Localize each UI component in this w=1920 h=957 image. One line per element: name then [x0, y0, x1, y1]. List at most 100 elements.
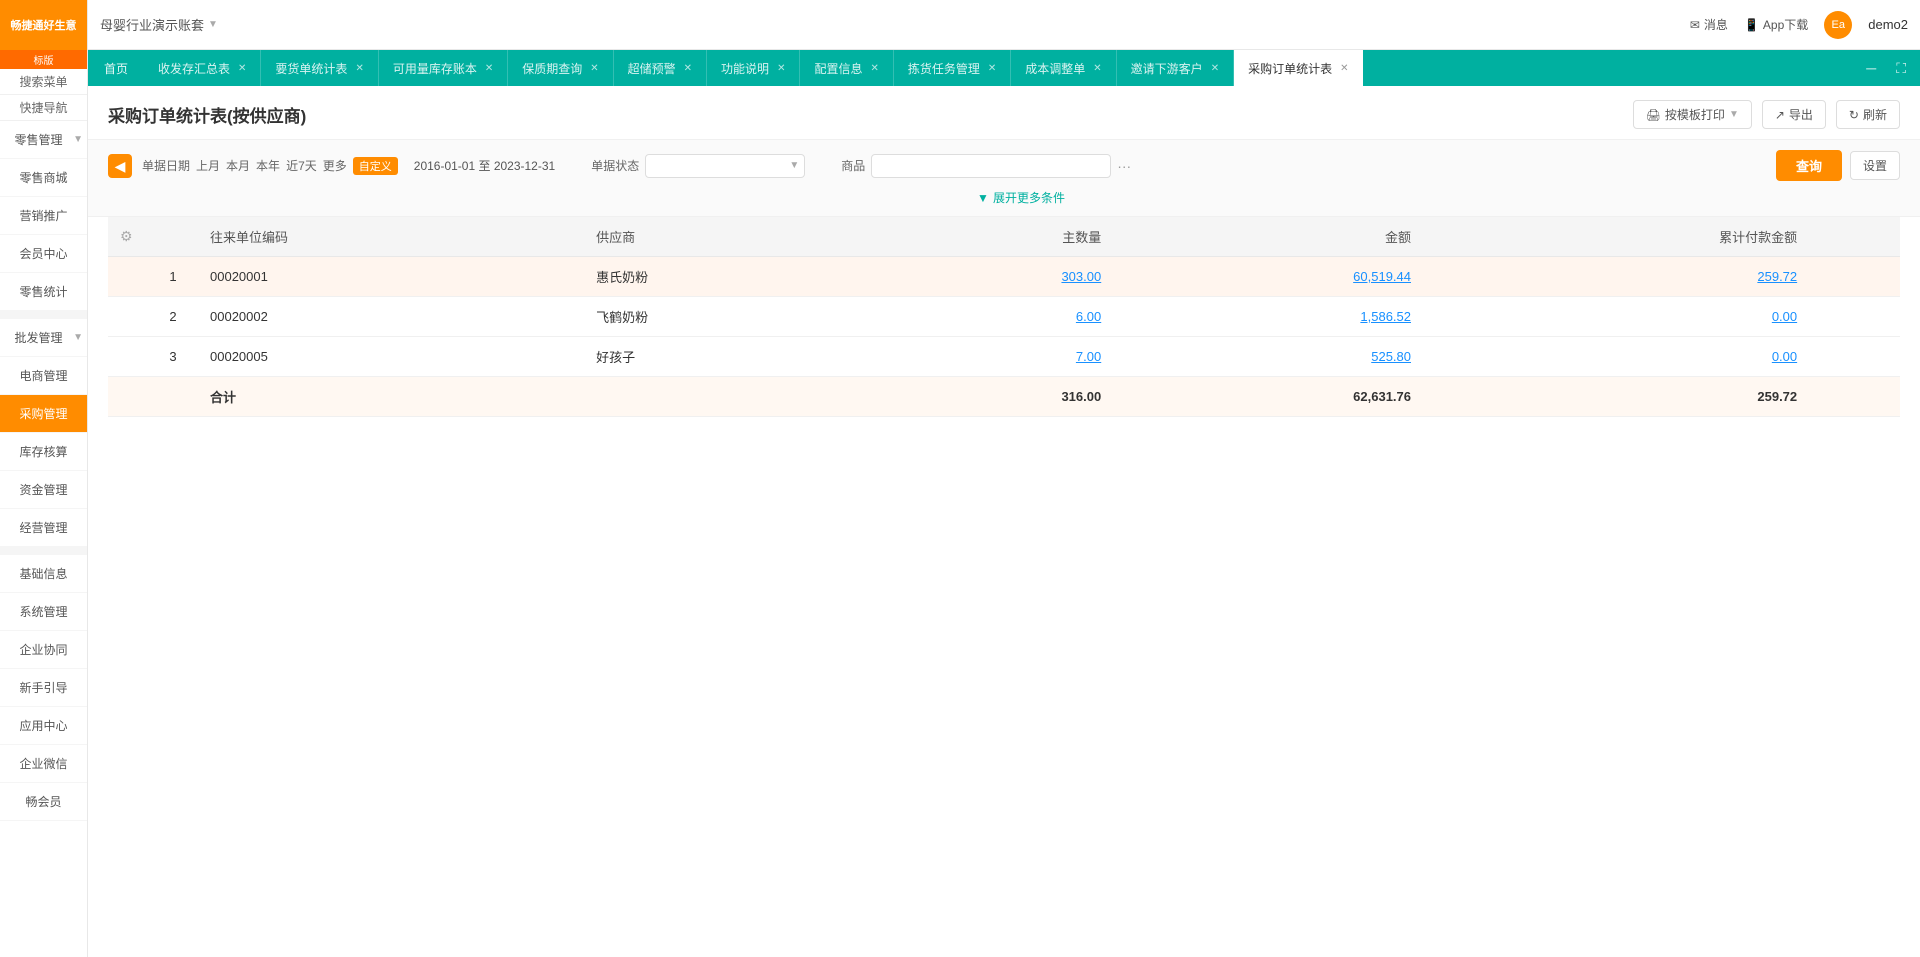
goods-label: 商品: [841, 157, 865, 174]
td-supplier: 惠氏奶粉: [584, 257, 872, 297]
sidebar-item-operations[interactable]: 经营管理: [0, 509, 87, 547]
query-button[interactable]: 查询: [1776, 150, 1842, 181]
sidebar-item-enterprise[interactable]: 企业协同: [0, 631, 87, 669]
filter-date: 单据日期 上月 本月 本年 近7天 更多 自定义: [142, 157, 398, 175]
table-container: ⚙ 往来单位编码 供应商 主数量 金额 累计付款金额 1: [88, 217, 1920, 437]
chevron-down-icon: ▼: [1729, 109, 1739, 120]
tab-close-icon[interactable]: ✕: [1340, 63, 1348, 74]
status-select[interactable]: [645, 154, 805, 178]
sidebar-item-purchase[interactable]: 采购管理: [0, 395, 87, 433]
sidebar-item-basic-info[interactable]: 基础信息: [0, 555, 87, 593]
topbar-workspace: 母婴行业演示账套 ▼: [100, 15, 218, 34]
goods-input[interactable]: [871, 154, 1111, 178]
sidebar-item-ecommerce[interactable]: 电商管理: [0, 357, 87, 395]
tabs-expand-btn[interactable]: ⛶: [1890, 58, 1912, 79]
sidebar-item-wechat[interactable]: 企业微信: [0, 745, 87, 783]
tab-close-icon[interactable]: ✕: [590, 63, 598, 74]
td-quantity[interactable]: 7.00: [872, 337, 1113, 377]
more-options-btn[interactable]: ···: [1117, 158, 1131, 174]
tab-label: 要货单统计表: [275, 60, 347, 77]
shortcut-more[interactable]: 更多: [323, 157, 347, 174]
print-button[interactable]: 🖨 按模板打印 ▼: [1633, 100, 1752, 129]
sidebar-item-app-center[interactable]: 应用中心: [0, 707, 87, 745]
refresh-icon: ↻: [1849, 108, 1859, 122]
shortcut-this-month[interactable]: 本月: [226, 157, 250, 174]
tab-config-info[interactable]: 配置信息 ✕: [800, 50, 893, 86]
table-header-row: ⚙ 往来单位编码 供应商 主数量 金额 累计付款金额: [108, 217, 1900, 257]
td-amount[interactable]: 1,586.52: [1113, 297, 1423, 337]
th-quantity: 主数量: [872, 217, 1113, 257]
sidebar-item-retail-stats[interactable]: 零售统计: [0, 273, 87, 311]
th-amount: 金额: [1113, 217, 1423, 257]
collapse-filter-btn[interactable]: ◀: [108, 154, 132, 178]
shortcut-this-year[interactable]: 本年: [256, 157, 280, 174]
sidebar-item-finance[interactable]: 资金管理: [0, 471, 87, 509]
topbar: 母婴行业演示账套 ▼ ✉ 消息 📱 App下载 Ea demo2: [88, 0, 1920, 50]
tab-close-icon[interactable]: ✕: [1093, 63, 1101, 74]
settings-icon[interactable]: ⚙: [120, 228, 133, 244]
tab-overstock-warn[interactable]: 超储预警 ✕: [614, 50, 707, 86]
tab-home[interactable]: 首页: [88, 50, 144, 86]
sidebar-quick-nav[interactable]: 快捷导航: [0, 95, 87, 120]
export-button[interactable]: ↗ 导出: [1762, 100, 1826, 129]
tab-invite-customer[interactable]: 邀请下游客户 ✕: [1117, 50, 1234, 86]
refresh-button[interactable]: ↻ 刷新: [1836, 100, 1900, 129]
sidebar-item-system[interactable]: 系统管理: [0, 593, 87, 631]
td-paid[interactable]: 0.00: [1423, 337, 1809, 377]
td-quantity[interactable]: 303.00: [872, 257, 1113, 297]
sidebar-item-inventory[interactable]: 库存核算: [0, 433, 87, 471]
settings-button[interactable]: 设置: [1850, 151, 1900, 180]
tab-close-icon[interactable]: ✕: [355, 63, 363, 74]
td-quantity[interactable]: 6.00: [872, 297, 1113, 337]
footer-label: 合计: [198, 377, 872, 417]
td-paid[interactable]: 0.00: [1423, 297, 1809, 337]
tab-cost-adjust[interactable]: 成本调整单 ✕: [1011, 50, 1116, 86]
sidebar-item-wholesale[interactable]: 批发管理 ▼: [0, 319, 87, 357]
logo-text: 畅捷通好生意: [11, 17, 77, 33]
status-label: 单据状态: [591, 157, 639, 174]
tab-close-icon[interactable]: ✕: [238, 63, 246, 74]
workspace-label: 母婴行业演示账套: [100, 15, 204, 34]
sidebar-item-marketing[interactable]: 营销推广: [0, 197, 87, 235]
tab-close-icon[interactable]: ✕: [988, 63, 996, 74]
td-amount[interactable]: 60,519.44: [1113, 257, 1423, 297]
th-extra: [1809, 217, 1900, 257]
page-header-actions: 🖨 按模板打印 ▼ ↗ 导出 ↻ 刷新: [1633, 100, 1900, 129]
refresh-label: 刷新: [1863, 106, 1887, 123]
workspace-dropdown[interactable]: 母婴行业演示账套 ▼: [100, 15, 218, 34]
tab-inventory-ledger[interactable]: 可用量库存账本 ✕: [379, 50, 508, 86]
tabs-minimize-btn[interactable]: ─: [1860, 58, 1882, 78]
tab-close-icon[interactable]: ✕: [1211, 63, 1219, 74]
shortcut-last-month[interactable]: 上月: [196, 157, 220, 174]
page-title: 采购订单统计表(按供应商): [108, 102, 306, 127]
tab-function-desc[interactable]: 功能说明 ✕: [707, 50, 800, 86]
sidebar-item-members[interactable]: 会员中心: [0, 235, 87, 273]
td-index: 3: [148, 337, 198, 377]
tab-order-stats[interactable]: 要货单统计表 ✕: [261, 50, 378, 86]
expand-more-btn[interactable]: ▼ 展开更多条件: [977, 189, 1065, 206]
export-icon: ↗: [1775, 108, 1785, 122]
tab-close-icon[interactable]: ✕: [684, 63, 692, 74]
tab-purchase-order-stats[interactable]: 采购订单统计表 ✕: [1234, 50, 1363, 86]
sidebar-logo: 畅捷通好生意: [0, 0, 87, 50]
sidebar-item-retail-shop[interactable]: 零售商城: [0, 159, 87, 197]
tab-picking-task[interactable]: 拣货任务管理 ✕: [894, 50, 1011, 86]
logo-subtitle: 标版: [0, 50, 87, 69]
tab-receive-summary[interactable]: 收发存汇总表 ✕: [144, 50, 261, 86]
td-amount[interactable]: 525.80: [1113, 337, 1423, 377]
sidebar-search[interactable]: 搜索菜单: [0, 69, 87, 94]
tab-expiry-query[interactable]: 保质期查询 ✕: [508, 50, 613, 86]
sidebar-item-retail-mgmt[interactable]: 零售管理 ▼: [0, 121, 87, 159]
sidebar-item-newbie[interactable]: 新手引导: [0, 669, 87, 707]
td-paid[interactable]: 259.72: [1423, 257, 1809, 297]
message-btn[interactable]: ✉ 消息: [1690, 16, 1728, 33]
username[interactable]: demo2: [1868, 17, 1908, 32]
shortcut-7days[interactable]: 近7天: [286, 157, 317, 174]
tab-label: 成本调整单: [1025, 60, 1085, 77]
tab-close-icon[interactable]: ✕: [777, 63, 785, 74]
sidebar-divider: [0, 311, 87, 319]
tab-close-icon[interactable]: ✕: [485, 63, 493, 74]
app-download-btn[interactable]: 📱 App下载: [1744, 16, 1808, 33]
sidebar-item-vip[interactable]: 畅会员: [0, 783, 87, 821]
tab-close-icon[interactable]: ✕: [870, 63, 878, 74]
